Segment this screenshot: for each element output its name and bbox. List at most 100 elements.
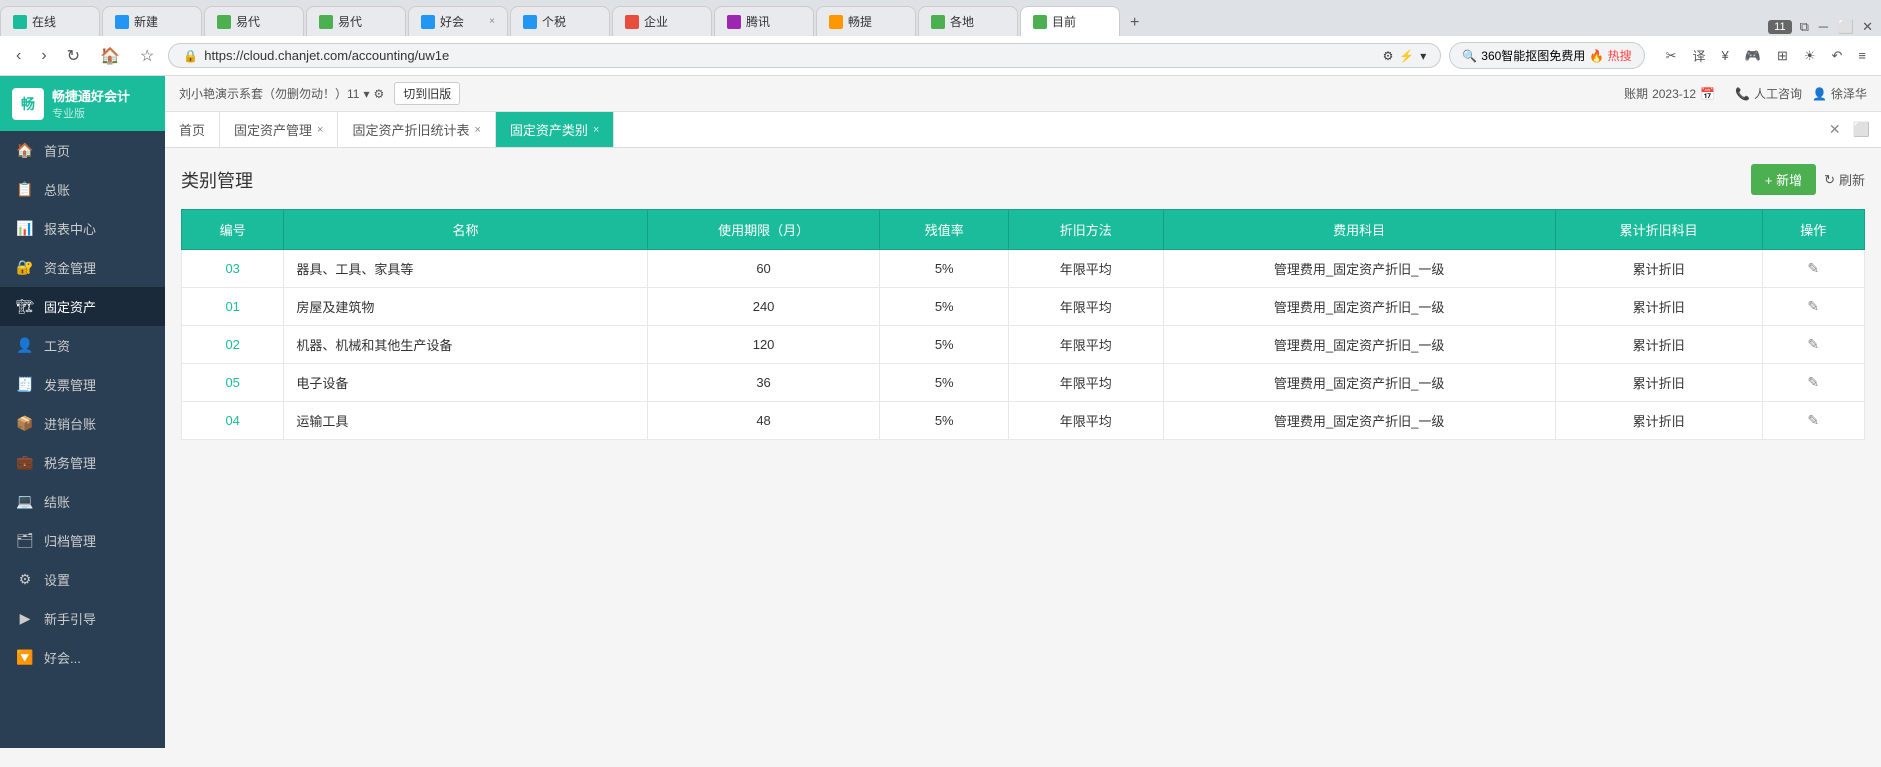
sidebar-label-ledger: 总账: [44, 180, 70, 199]
cell-action-3[interactable]: ✎: [1762, 326, 1864, 364]
browser-tab-8[interactable]: 腾讯: [714, 6, 814, 36]
maximize-tab-button[interactable]: ⬜: [1848, 119, 1875, 140]
sidebar-item-guide[interactable]: ▶ 新手引导: [0, 599, 165, 638]
sidebar-item-invoice[interactable]: 🧾 发票管理: [0, 365, 165, 404]
sidebar-item-ledger[interactable]: 📋 总账: [0, 170, 165, 209]
back-button[interactable]: ‹: [10, 45, 27, 67]
grid-tool[interactable]: ⊞: [1772, 46, 1793, 66]
nav-tools: ✂ 译 ¥ 🎮 ⊞ ☀ ↶ ≡: [1661, 44, 1871, 67]
cell-action-1[interactable]: ✎: [1762, 250, 1864, 288]
cell-name-2: 房屋及建筑物: [284, 288, 647, 326]
address-text: https://cloud.chanjet.com/accounting/uw1…: [204, 48, 1376, 63]
game-tool[interactable]: 🎮: [1740, 46, 1766, 66]
sidebar-item-inventory[interactable]: 📦 进销台账: [0, 404, 165, 443]
table-row: 04 运输工具 48 5% 年限平均 管理费用_固定资产折旧_一级 累计折旧 ✎: [182, 402, 1865, 440]
tab-fixed-asset-category[interactable]: 固定资产类别 ×: [496, 112, 614, 147]
sidebar-item-funds[interactable]: 🔐 资金管理: [0, 248, 165, 287]
forward-button[interactable]: ›: [35, 45, 52, 67]
cell-action-5[interactable]: ✎: [1762, 402, 1864, 440]
app-container: 畅 畅捷通好会计 专业版 🏠 首页 📋 总账 📊 报表中心 🔐 资金管理 🏗 固…: [0, 76, 1881, 748]
logo-icon: 畅: [12, 88, 44, 120]
cell-expense-5: 管理费用_固定资产折旧_一级: [1163, 402, 1555, 440]
funds-icon: 🔐: [16, 259, 34, 277]
sidebar-item-settlement[interactable]: 💻 结账: [0, 482, 165, 521]
edit-icon-5[interactable]: ✎: [1807, 412, 1819, 428]
home-button[interactable]: 🏠: [94, 44, 126, 68]
sidebar-item-archive[interactable]: 🗂 归档管理: [0, 521, 165, 560]
cell-method-5: 年限平均: [1008, 402, 1163, 440]
cell-action-4[interactable]: ✎: [1762, 364, 1864, 402]
dropdown-arrow-icon[interactable]: ▾: [363, 87, 369, 101]
edit-icon-3[interactable]: ✎: [1807, 336, 1819, 352]
currency-tool[interactable]: ¥: [1717, 46, 1734, 65]
tab-title: 畅提: [848, 13, 903, 30]
tab-home[interactable]: 首页: [165, 112, 220, 147]
category-table: 编号 名称 使用期限（月） 残值率 折旧方法 费用科目 累计折旧科目 操作 03…: [181, 209, 1865, 440]
refresh-button[interactable]: ↻ 刷新: [1824, 170, 1865, 189]
tab-favicon: [421, 15, 435, 29]
browser-tab-7[interactable]: 企业: [612, 6, 712, 36]
logo-subtitle: 专业版: [52, 105, 130, 121]
cast-icon[interactable]: ⚡: [1399, 49, 1414, 63]
browser-tab-4[interactable]: 易代: [306, 6, 406, 36]
tab-close-depreciation-table[interactable]: ×: [474, 124, 480, 136]
tab-fixed-asset-mgmt[interactable]: 固定资产管理 ×: [220, 112, 338, 147]
browser-tab-9[interactable]: 畅提: [816, 6, 916, 36]
cell-residual-1: 5%: [880, 250, 1008, 288]
browser-tab-3[interactable]: 易代: [204, 6, 304, 36]
edit-icon-1[interactable]: ✎: [1807, 260, 1819, 276]
tab-close-fixed-asset-category[interactable]: ×: [593, 124, 599, 136]
inventory-icon: 📦: [16, 415, 34, 433]
browser-tab-2[interactable]: 新建: [102, 6, 202, 36]
minimize-icon[interactable]: －: [1817, 17, 1830, 36]
tab-title: 新建: [134, 13, 189, 30]
sidebar-item-payroll[interactable]: 👤 工资: [0, 326, 165, 365]
page-tabs: 首页 固定资产管理 × 固定资产折旧统计表 × 固定资产类别 × ✕ ⬜: [165, 112, 1881, 148]
tab-title: 各地: [950, 13, 1005, 30]
scissors-tool[interactable]: ✂: [1661, 46, 1682, 66]
edit-icon-2[interactable]: ✎: [1807, 298, 1819, 314]
add-button[interactable]: + 新增: [1751, 164, 1816, 195]
address-bar[interactable]: 🔒 https://cloud.chanjet.com/accounting/u…: [168, 43, 1441, 68]
browser-tab-11[interactable]: 目前: [1020, 6, 1120, 36]
browser-tab-10[interactable]: 各地: [918, 6, 1018, 36]
sidebar-item-tax[interactable]: 💼 税务管理: [0, 443, 165, 482]
calendar-icon[interactable]: 📅: [1700, 87, 1715, 101]
menu-tool[interactable]: ≡: [1853, 46, 1871, 65]
site-settings-icon[interactable]: ⚙: [1383, 49, 1394, 63]
browser-tab-5[interactable]: 好会 ×: [408, 6, 508, 36]
translate-tool[interactable]: 译: [1688, 44, 1711, 67]
bookmark-button[interactable]: ☆: [134, 44, 160, 68]
new-tab-button[interactable]: +: [1122, 10, 1147, 36]
maximize-icon[interactable]: ⬜: [1838, 19, 1854, 35]
help-button[interactable]: 📞 人工咨询: [1735, 85, 1802, 102]
reload-button[interactable]: ↻: [61, 44, 86, 68]
search-box[interactable]: 🔍 360智能抠图免费用 🔥 热搜: [1449, 42, 1644, 69]
user-button[interactable]: 👤 徐泽华: [1812, 85, 1867, 102]
cell-accumulated-4: 累计折旧: [1555, 364, 1762, 402]
tab-depreciation-table[interactable]: 固定资产折旧统计表 ×: [338, 112, 495, 147]
edit-icon-4[interactable]: ✎: [1807, 374, 1819, 390]
browser-tab-6[interactable]: 个税: [510, 6, 610, 36]
close-tab-button[interactable]: ✕: [1824, 119, 1846, 140]
sidebar-item-home[interactable]: 🏠 首页: [0, 131, 165, 170]
tab-close-fixed-asset-mgmt[interactable]: ×: [317, 124, 323, 136]
sidebar-item-more[interactable]: 🔽 好会...: [0, 638, 165, 677]
sidebar-item-fixed-assets[interactable]: 🏗 固定资产: [0, 287, 165, 326]
restore-icon[interactable]: ⧉: [1800, 19, 1809, 35]
settings-gear-icon[interactable]: ⚙: [374, 87, 385, 101]
close-window-icon[interactable]: ✕: [1862, 19, 1873, 35]
browser-tab-1[interactable]: 在线: [0, 6, 100, 36]
tab-count-badge: 11: [1768, 20, 1791, 34]
undo-tool[interactable]: ↶: [1827, 46, 1848, 66]
switch-version-button[interactable]: 切到旧版: [394, 82, 460, 105]
tab-favicon: [1033, 15, 1047, 29]
user-label: 刘小艳演示系套（勿删勿动！）11: [179, 85, 359, 102]
brightness-tool[interactable]: ☀: [1799, 46, 1821, 66]
cell-code-5: 04: [182, 402, 284, 440]
sidebar-item-reports[interactable]: 📊 报表中心: [0, 209, 165, 248]
tab-close-icon[interactable]: ×: [489, 16, 495, 27]
cell-action-2[interactable]: ✎: [1762, 288, 1864, 326]
sidebar-item-settings[interactable]: ⚙ 设置: [0, 560, 165, 599]
dropdown-icon[interactable]: ▾: [1420, 49, 1426, 63]
